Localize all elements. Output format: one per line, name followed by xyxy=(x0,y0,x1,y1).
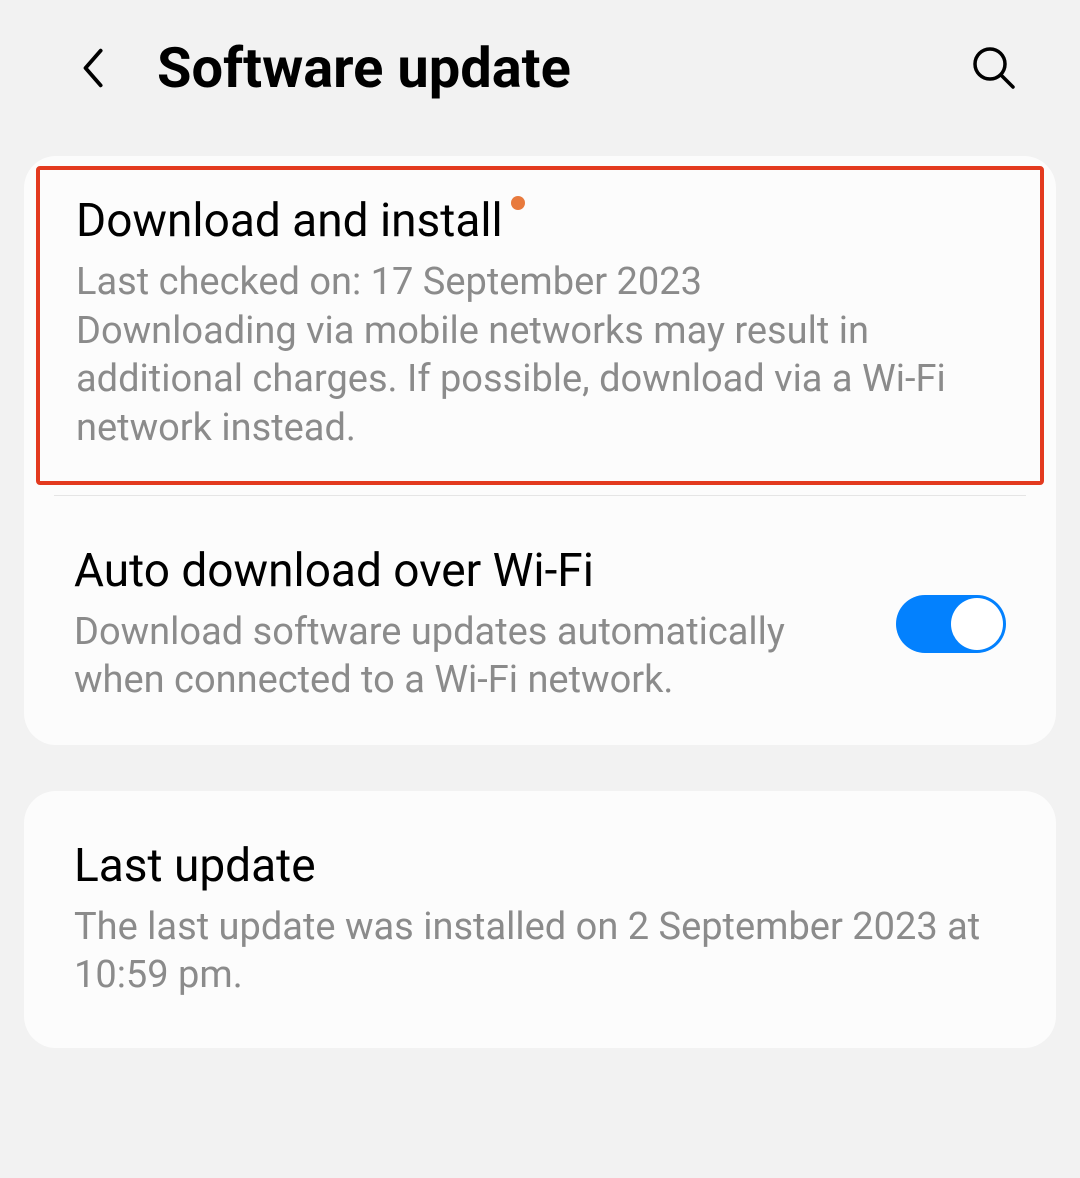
last-update-title: Last update xyxy=(74,839,316,893)
notification-dot-icon xyxy=(511,196,525,210)
app-header: Software update xyxy=(0,0,1080,136)
last-update-subtitle: The last update was installed on 2 Septe… xyxy=(74,903,1006,1000)
download-install-item[interactable]: Download and install Last checked on: 17… xyxy=(36,166,1044,485)
download-install-title-text: Download and install xyxy=(76,194,503,248)
last-update-item[interactable]: Last update The last update was installe… xyxy=(24,791,1056,1048)
settings-card-1: Download and install Last checked on: 17… xyxy=(24,156,1056,745)
download-warning-text: Downloading via mobile networks may resu… xyxy=(76,309,946,450)
download-install-subtitle: Last checked on: 17 September 2023 Downl… xyxy=(76,258,1004,453)
auto-download-item[interactable]: Auto download over Wi-Fi Download softwa… xyxy=(24,496,1056,745)
settings-card-2: Last update The last update was installe… xyxy=(24,791,1056,1048)
download-install-title: Download and install xyxy=(76,194,503,248)
auto-download-title: Auto download over Wi-Fi xyxy=(74,544,594,598)
back-icon[interactable] xyxy=(72,48,112,88)
last-checked-text: Last checked on: 17 September 2023 xyxy=(76,260,702,304)
search-icon[interactable] xyxy=(968,42,1020,94)
page-title: Software update xyxy=(157,35,923,101)
toggle-knob xyxy=(951,598,1003,650)
auto-download-toggle[interactable] xyxy=(896,595,1006,653)
auto-download-text: Auto download over Wi-Fi Download softwa… xyxy=(74,544,856,705)
auto-download-subtitle: Download software updates automatically … xyxy=(74,608,856,705)
